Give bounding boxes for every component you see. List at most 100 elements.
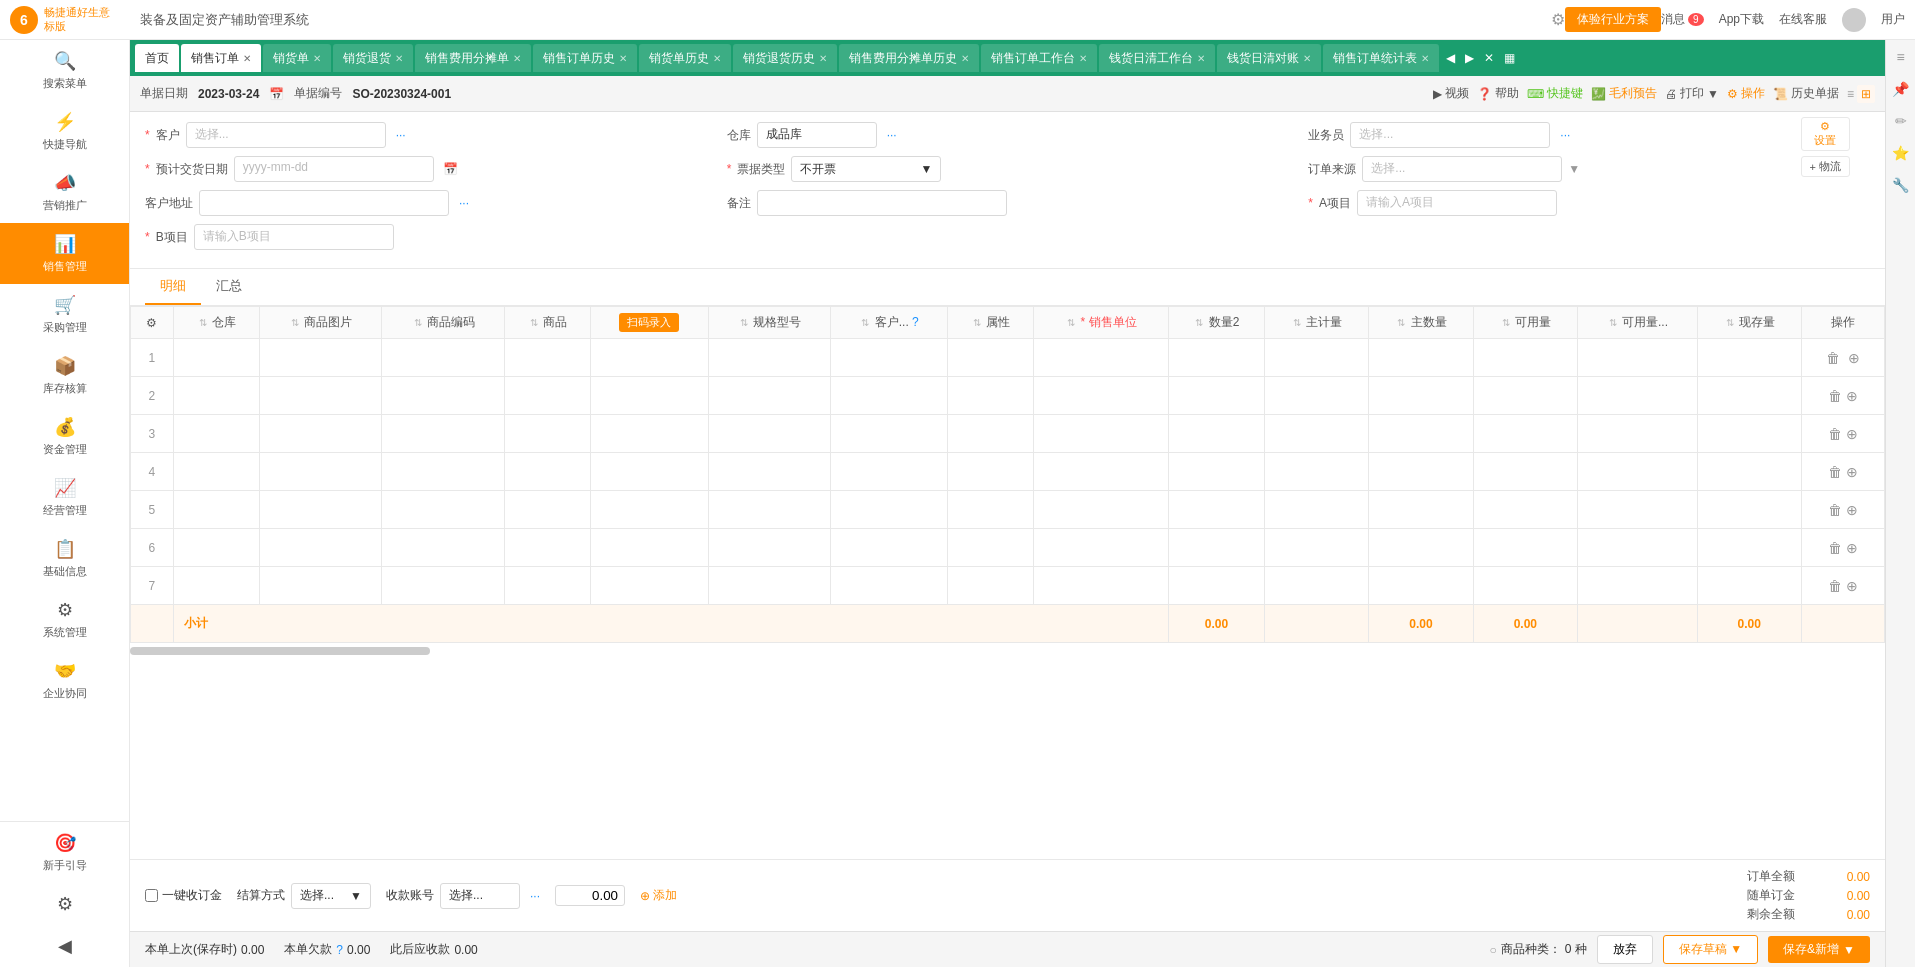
row-1-main-unit[interactable] [1265, 339, 1369, 377]
account-ellipsis[interactable]: ··· [530, 889, 540, 903]
sidebar-item-search[interactable]: 🔍 搜索菜单 [0, 40, 129, 101]
row-1-delete-icon[interactable]: 🗑 [1826, 350, 1840, 366]
tab-sales-return-close[interactable]: ✕ [395, 53, 403, 64]
delivery-date-input[interactable]: yyyy-mm-dd [234, 156, 434, 182]
row-1-qty2[interactable] [1168, 339, 1264, 377]
row-2-delete-icon[interactable]: 🗑 [1828, 388, 1842, 404]
history-button[interactable]: 📜 历史单据 [1773, 85, 1839, 102]
shortcut-button[interactable]: ⌨ 快捷键 [1527, 85, 1583, 102]
row-5-delete-icon[interactable]: 🗑 [1828, 502, 1842, 518]
tab-sales-invoice[interactable]: 销货单 ✕ [263, 44, 331, 72]
row-1-product[interactable] [505, 339, 591, 377]
row-5-copy-icon[interactable]: ⊕ [1846, 502, 1858, 518]
delivery-calendar-icon[interactable]: 📅 [443, 162, 458, 176]
tab-daily-workbench[interactable]: 钱货日清工作台 ✕ [1099, 44, 1215, 72]
save-new-button[interactable]: 保存&新增 ▼ [1768, 936, 1870, 963]
app-download-button[interactable]: App下载 [1719, 11, 1764, 28]
row-4-delete-icon[interactable]: 🗑 [1828, 464, 1842, 480]
discard-button[interactable]: 放弃 [1597, 935, 1653, 964]
col-customer-help-icon[interactable]: ? [912, 315, 919, 329]
payment-method-select[interactable]: 选择... ▼ [291, 883, 371, 909]
current-amount-help-icon[interactable]: ? [336, 943, 343, 957]
tab-expense-history-close[interactable]: ✕ [961, 53, 969, 64]
row-1-copy-icon[interactable]: ⊕ [1848, 350, 1860, 366]
tab-daily-reconcile-close[interactable]: ✕ [1303, 53, 1311, 64]
right-panel-icon-4[interactable]: ⭐ [1889, 141, 1913, 165]
right-panel-icon-5[interactable]: 🔧 [1889, 173, 1913, 197]
row-1-spec[interactable] [708, 339, 831, 377]
tab-nav-menu[interactable]: ▦ [1499, 51, 1520, 65]
tab-home[interactable]: 首页 [135, 44, 179, 72]
invoice-type-select[interactable]: 不开票 ▼ [791, 156, 941, 182]
tab-return-history[interactable]: 销货退货历史 ✕ [733, 44, 837, 72]
tab-sales-order-close[interactable]: ✕ [243, 53, 251, 64]
tab-sales-report-close[interactable]: ✕ [1421, 53, 1429, 64]
row-7-delete-icon[interactable]: 🗑 [1828, 578, 1842, 594]
salesperson-ellipsis[interactable]: ··· [1560, 128, 1570, 142]
tab-sales-expense[interactable]: 销售费用分摊单 ✕ [415, 44, 531, 72]
row-3-delete-icon[interactable]: 🗑 [1828, 426, 1842, 442]
row-4-copy-icon[interactable]: ⊕ [1846, 464, 1858, 480]
layout-grid-icon[interactable]: ⊞ [1857, 85, 1875, 103]
tab-order-workbench-close[interactable]: ✕ [1079, 53, 1087, 64]
print-dropdown-icon[interactable]: ▼ [1707, 87, 1719, 101]
user-avatar[interactable] [1842, 8, 1866, 32]
sidebar-item-operations[interactable]: 📈 经营管理 [0, 467, 129, 528]
customer-input[interactable]: 选择... [186, 122, 386, 148]
sidebar-settings-button[interactable]: ⚙ [0, 883, 129, 925]
b-project-input[interactable]: 请输入B项目 [194, 224, 394, 250]
layout-list-icon[interactable]: ≡ [1847, 87, 1854, 101]
customer-ellipsis[interactable]: ··· [396, 128, 406, 142]
message-button[interactable]: 消息 9 [1661, 11, 1704, 28]
user-name[interactable]: 用户 [1881, 11, 1905, 28]
row-1-current-stock[interactable] [1697, 339, 1801, 377]
a-project-input[interactable]: 请输入A项目 [1357, 190, 1557, 216]
sidebar-item-inventory[interactable]: 📦 库存核算 [0, 345, 129, 406]
industry-solution-button[interactable]: 体验行业方案 [1565, 7, 1661, 32]
tab-detail[interactable]: 明细 [145, 269, 201, 305]
horizontal-scrollbar[interactable] [130, 643, 1885, 659]
sidebar-item-marketing[interactable]: 📣 营销推广 [0, 162, 129, 223]
print-button[interactable]: 🖨 打印 ▼ [1665, 85, 1719, 102]
row-1-customer[interactable] [831, 339, 948, 377]
order-source-dropdown-icon[interactable]: ▼ [1568, 162, 1580, 176]
save-new-dropdown-icon[interactable]: ▼ [1843, 943, 1855, 957]
row-1-available[interactable] [1473, 339, 1577, 377]
warehouse-input[interactable]: 成品库 [757, 122, 877, 148]
calendar-icon[interactable]: 📅 [269, 87, 284, 101]
save-draft-dropdown-icon[interactable]: ▼ [1730, 942, 1742, 956]
one-click-deposit-checkbox[interactable]: 一键收订金 [145, 887, 222, 904]
settings-button[interactable]: ⚙ 设置 [1801, 117, 1850, 151]
row-1-scan[interactable] [591, 339, 709, 377]
row-1-code[interactable] [382, 339, 505, 377]
row-1-unit[interactable] [1033, 339, 1168, 377]
salesperson-input[interactable]: 选择... [1350, 122, 1550, 148]
profit-button[interactable]: 💹 毛利预告 [1591, 85, 1657, 102]
tab-expense-history[interactable]: 销售费用分摊单历史 ✕ [839, 44, 979, 72]
warehouse-ellipsis[interactable]: ··· [887, 128, 897, 142]
tab-invoice-history[interactable]: 销货单历史 ✕ [639, 44, 731, 72]
scan-button[interactable]: 扫码录入 [619, 313, 679, 332]
sidebar-item-basics[interactable]: 📋 基础信息 [0, 528, 129, 589]
right-panel-icon-1[interactable]: ≡ [1889, 45, 1913, 69]
help-button[interactable]: ❓ 帮助 [1477, 85, 1519, 102]
right-panel-icon-2[interactable]: 📌 [1889, 77, 1913, 101]
row-6-copy-icon[interactable]: ⊕ [1846, 540, 1858, 556]
tab-sales-order[interactable]: 销售订单 ✕ [181, 44, 261, 72]
sidebar-item-purchase[interactable]: 🛒 采购管理 [0, 284, 129, 345]
save-draft-button[interactable]: 保存草稿 ▼ [1663, 935, 1758, 964]
online-service-button[interactable]: 在线客服 [1779, 11, 1827, 28]
tab-sales-history-close[interactable]: ✕ [619, 53, 627, 64]
row-6-delete-icon[interactable]: 🗑 [1828, 540, 1842, 556]
sidebar-item-quicknav[interactable]: ⚡ 快捷导航 [0, 101, 129, 162]
tab-sales-return[interactable]: 销货退货 ✕ [333, 44, 413, 72]
tab-nav-close-all[interactable]: ✕ [1479, 51, 1499, 65]
sidebar-collapse-button[interactable]: ◀ [0, 925, 129, 967]
row-7-copy-icon[interactable]: ⊕ [1846, 578, 1858, 594]
order-source-input[interactable]: 选择... [1362, 156, 1562, 182]
customer-address-input[interactable] [199, 190, 449, 216]
row-1-attribute[interactable] [947, 339, 1033, 377]
sidebar-item-sales[interactable]: 📊 销售管理 [0, 223, 129, 284]
material-button[interactable]: + 物流 [1801, 156, 1850, 177]
right-panel-icon-3[interactable]: ✏ [1889, 109, 1913, 133]
